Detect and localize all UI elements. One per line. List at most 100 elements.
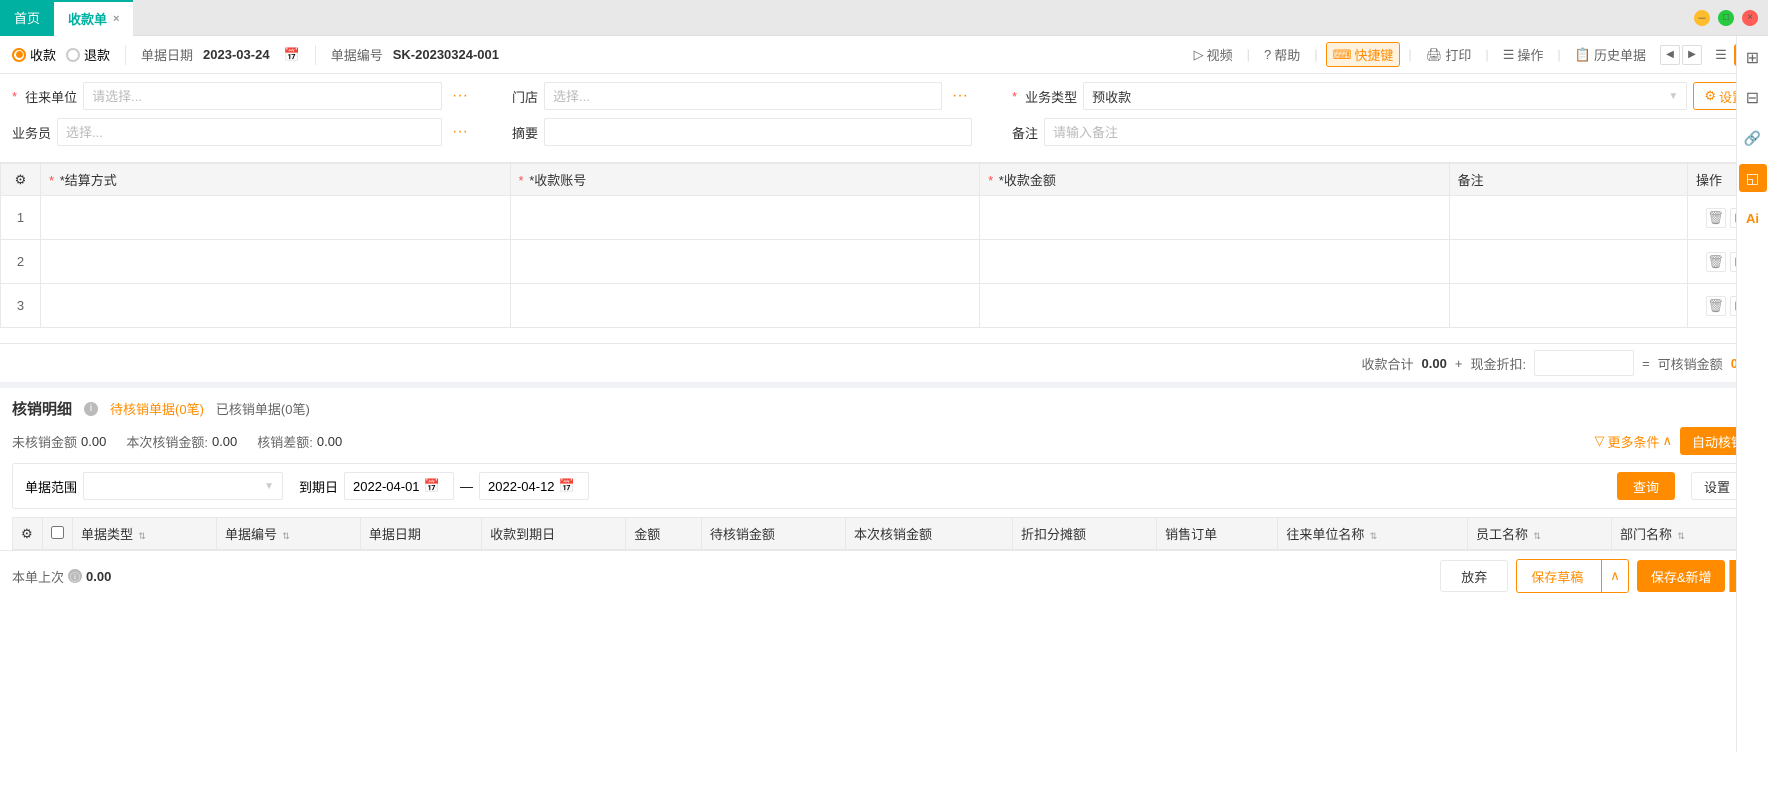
- row3-delete-btn[interactable]: 🗑: [1706, 296, 1726, 316]
- video-icon: ▷: [1194, 47, 1204, 63]
- staff-input[interactable]: [57, 118, 442, 146]
- right-panel-icon-1[interactable]: ⊞: [1739, 44, 1767, 72]
- bth-pending: 待核销金额: [701, 518, 845, 550]
- select-all-checkbox[interactable]: [51, 526, 64, 539]
- tab-close-icon[interactable]: ×: [113, 13, 119, 25]
- print-btn[interactable]: 🖨 打印: [1420, 43, 1478, 66]
- filter-range-arrow: ▼: [264, 481, 274, 492]
- form-row-2: 业务员 ··· 摘要 备注: [12, 118, 1756, 146]
- abandon-button[interactable]: 放弃: [1440, 560, 1508, 592]
- help-btn[interactable]: ? 帮助: [1258, 43, 1306, 66]
- date-to-icon[interactable]: 📅: [559, 478, 575, 494]
- save-draft-button[interactable]: 保存草稿: [1517, 560, 1597, 592]
- sort-icon-5[interactable]: ⇅: [1677, 531, 1685, 542]
- close-button[interactable]: ×: [1742, 10, 1758, 26]
- filter-range-field: 单据范围 ▼: [25, 472, 283, 500]
- receipt-table: ⚙ * *结算方式 * *收款账号 * *收款金额 备注 操作: [0, 163, 1768, 328]
- more-conditions-btn[interactable]: ▽ 更多条件 ∧: [1594, 432, 1672, 451]
- table-row: 3 🗑 ⊞: [1, 284, 1768, 328]
- sort-icon-4[interactable]: ⇅: [1533, 531, 1541, 542]
- next-arrow[interactable]: ▶: [1682, 45, 1702, 65]
- company-input[interactable]: [83, 82, 442, 110]
- company-label: 往来单位: [25, 87, 77, 106]
- right-panel: ⊞ ⊟ 🔗 ◱ Ai: [1736, 36, 1768, 752]
- date-picker-icon[interactable]: 📅: [284, 47, 300, 63]
- bth-checkbox: [43, 518, 73, 550]
- summary-input[interactable]: [544, 118, 972, 146]
- current-stat: 本次核销金额: 0.00: [126, 432, 237, 451]
- section-info-icon[interactable]: i: [84, 402, 98, 416]
- bottom-info-label: 本单上次: [12, 567, 64, 586]
- bth-due-date: 收款到期日: [482, 518, 626, 550]
- save-new-button[interactable]: 保存&新增: [1637, 560, 1726, 592]
- right-panel-icon-4[interactable]: ◱: [1739, 164, 1767, 192]
- filter-icon: ▽: [1594, 433, 1604, 449]
- shortcut-btn[interactable]: ⌨ 快捷键: [1326, 42, 1401, 67]
- maximize-button[interactable]: □: [1718, 10, 1734, 26]
- pending-tab[interactable]: 待核销单据(0笔): [110, 399, 204, 418]
- form-toolbar: 收款 退款 单据日期 2023-03-24 📅 单据编号 SK-20230324…: [0, 36, 1768, 74]
- verification-stats: 未核销金额 0.00 本次核销金额: 0.00 核销差额: 0.00 ▽ 更多条…: [12, 427, 1756, 455]
- right-panel-icon-3[interactable]: 🔗: [1739, 124, 1767, 152]
- row1-amount[interactable]: [980, 196, 1450, 240]
- filter-range-select[interactable]: ▼: [83, 472, 283, 500]
- row2-remarks[interactable]: [1449, 240, 1687, 284]
- store-more-btn[interactable]: ···: [948, 87, 972, 105]
- separator-2: [315, 45, 316, 65]
- table-settings-icon: ⚙: [15, 172, 27, 187]
- remarks-field: 备注: [1012, 118, 1756, 146]
- staff-more-btn[interactable]: ···: [448, 123, 472, 141]
- number-value: SK-20230324-001: [393, 47, 499, 62]
- sort-icon-3[interactable]: ⇅: [1370, 531, 1378, 542]
- bth-settings[interactable]: ⚙: [13, 518, 43, 550]
- th-account: * *收款账号: [510, 164, 980, 196]
- video-btn[interactable]: ▷ 视频: [1188, 43, 1239, 66]
- done-tab[interactable]: 已核销单据(0笔): [216, 399, 310, 418]
- tab-home[interactable]: 首页: [0, 0, 54, 36]
- date-from-icon[interactable]: 📅: [424, 478, 440, 494]
- row3-amount[interactable]: [980, 284, 1450, 328]
- ai-label-icon[interactable]: Ai: [1739, 204, 1767, 232]
- date-to-input[interactable]: 2022-04-12 📅: [479, 472, 589, 500]
- right-panel-icon-2[interactable]: ⊟: [1739, 84, 1767, 112]
- row3-remarks[interactable]: [1449, 284, 1687, 328]
- row2-delete-btn[interactable]: 🗑: [1706, 252, 1726, 272]
- row1-settlement[interactable]: [41, 196, 511, 240]
- row1-account[interactable]: [510, 196, 980, 240]
- row1-remarks[interactable]: [1449, 196, 1687, 240]
- list-view-btn[interactable]: ☰: [1710, 44, 1732, 66]
- bth-current: 本次核销金额: [846, 518, 1013, 550]
- operation-btn[interactable]: ☰ 操作: [1497, 43, 1550, 66]
- row2-amount[interactable]: [980, 240, 1450, 284]
- radio-refund-circle: [66, 48, 80, 62]
- current-label: 本次核销金额:: [126, 432, 208, 451]
- radio-receipt[interactable]: 收款: [12, 45, 56, 64]
- business-type-select[interactable]: 预收款 ▼: [1083, 82, 1687, 110]
- minimize-button[interactable]: －: [1694, 10, 1710, 26]
- row2-settlement[interactable]: [41, 240, 511, 284]
- sort-icon-1[interactable]: ⇅: [138, 531, 146, 542]
- help-icon: ?: [1264, 47, 1271, 62]
- remarks-input[interactable]: [1044, 118, 1756, 146]
- row2-account[interactable]: [510, 240, 980, 284]
- company-more-btn[interactable]: ···: [448, 87, 472, 105]
- tab-receipt[interactable]: 收款单 ×: [54, 0, 133, 36]
- row3-account[interactable]: [510, 284, 980, 328]
- row3-settlement[interactable]: [41, 284, 511, 328]
- history-btn[interactable]: 📋 历史单据: [1569, 43, 1652, 66]
- footer-info-icon[interactable]: ⓘ: [68, 569, 82, 583]
- discount-input[interactable]: [1534, 350, 1634, 376]
- sort-icon-2[interactable]: ⇅: [282, 531, 290, 542]
- query-button[interactable]: 查询: [1617, 472, 1675, 500]
- radio-refund[interactable]: 退款: [66, 45, 110, 64]
- date-from-input[interactable]: 2022-04-01 📅: [344, 472, 454, 500]
- net-label: 可核销金额: [1658, 354, 1723, 373]
- store-input[interactable]: [544, 82, 942, 110]
- footer-buttons: 放弃 保存草稿 ∧ 保存&新增 ∧: [1440, 559, 1756, 593]
- save-draft-dropdown[interactable]: ∧: [1601, 560, 1628, 592]
- row1-delete-btn[interactable]: 🗑: [1706, 208, 1726, 228]
- prev-arrow[interactable]: ◀: [1660, 45, 1680, 65]
- print-icon: 🖨: [1426, 47, 1443, 63]
- th-settings[interactable]: ⚙: [1, 164, 41, 196]
- diff-label: 核销差额:: [257, 432, 313, 451]
